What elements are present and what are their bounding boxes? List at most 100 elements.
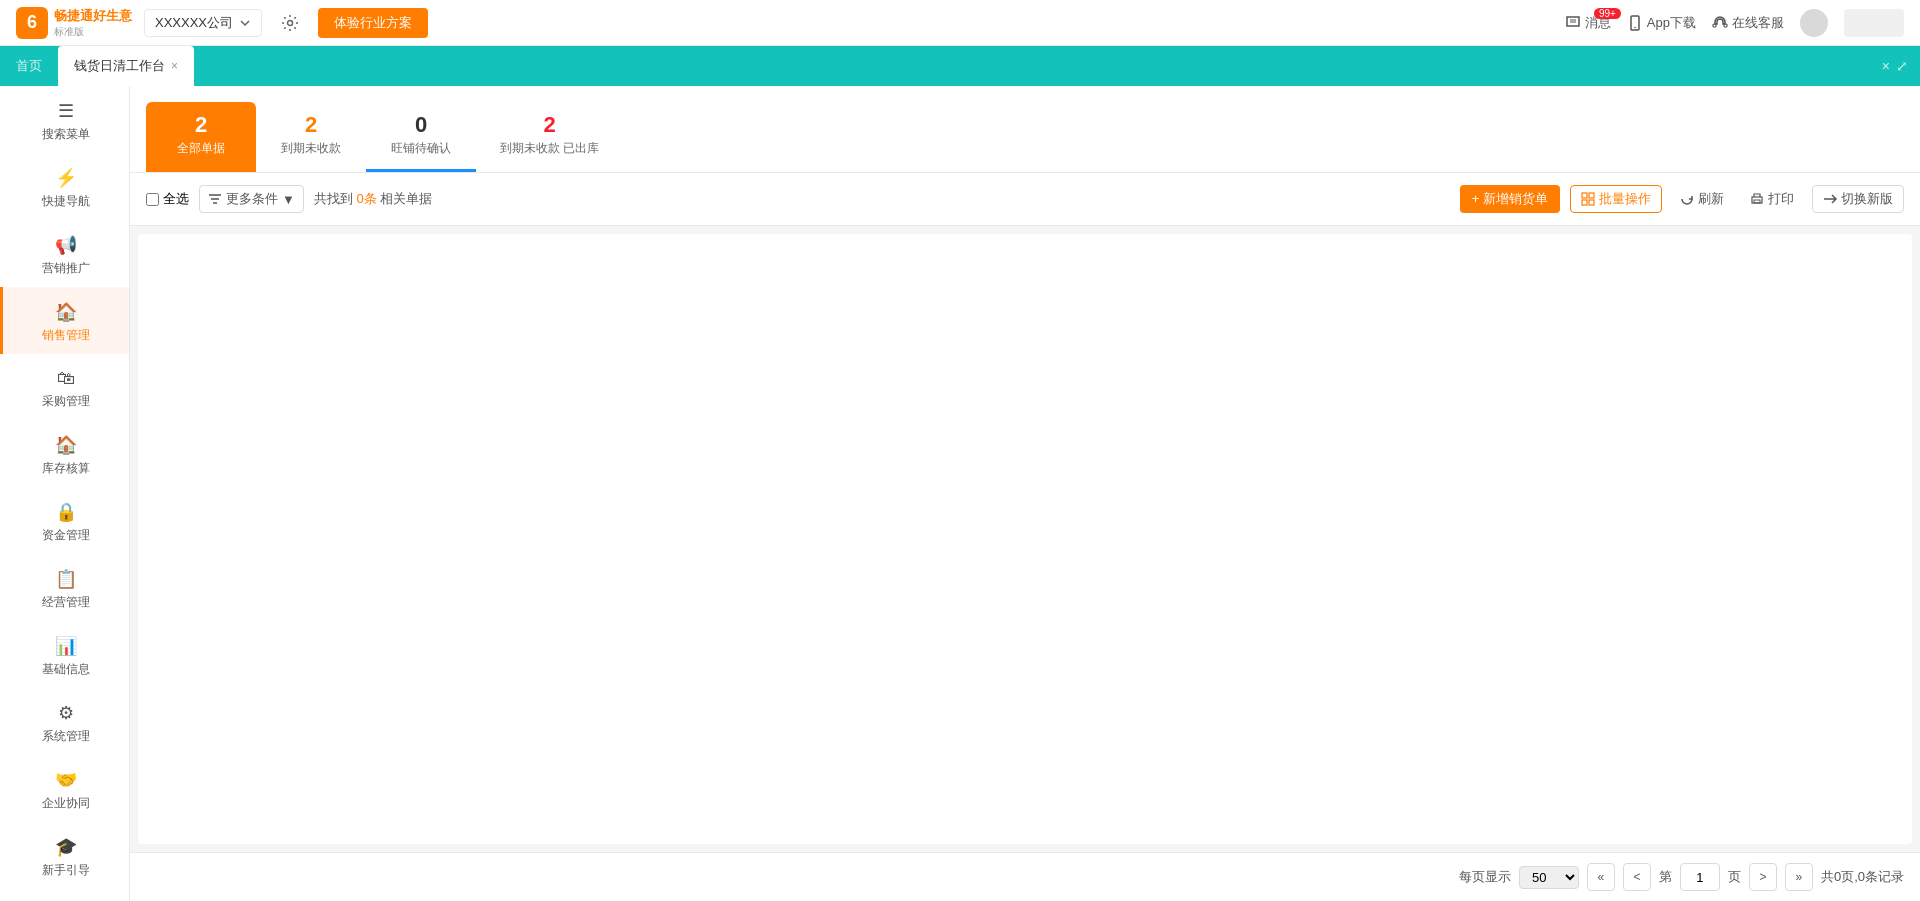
window-controls[interactable]: × ⤢	[1870, 58, 1920, 74]
add-sale-button[interactable]: + 新增销货单	[1460, 185, 1560, 213]
svg-rect-7	[1582, 200, 1587, 205]
tab-shipped[interactable]: 2 到期未收款 已出库	[476, 102, 623, 172]
sidebar-item-label: 营销推广	[42, 260, 90, 277]
main-layout: ☰ 搜索菜单 ⚡ 快捷导航 📢 营销推广 🏠 销售管理 🛍 采购管理 🏠 库存核…	[0, 86, 1920, 901]
company-name: XXXXXX公司	[155, 14, 233, 32]
per-page-select[interactable]: 50 10 20 100	[1519, 866, 1579, 889]
last-page-icon: »	[1796, 870, 1803, 884]
summary-tabs: 2 全部单据 2 到期未收款 0 旺铺待确认 2 到期未收款 已出库	[130, 86, 1920, 173]
result-suffix: 相关单据	[380, 191, 432, 206]
svg-rect-6	[1589, 193, 1594, 198]
batch-label: 批量操作	[1599, 190, 1651, 208]
tab-overdue[interactable]: 2 到期未收款	[256, 102, 366, 172]
toolbar: 全选 更多条件 ▼ 共找到 0条 相关单据 + 新增销货单	[130, 173, 1920, 226]
page-suffix: 页	[1728, 868, 1741, 886]
tab-close-icon[interactable]: ×	[171, 59, 178, 73]
sidebar-item-guide[interactable]: 🎓 新手引导	[0, 822, 129, 889]
tab-pending[interactable]: 0 旺铺待确认	[366, 102, 476, 172]
avatar[interactable]	[1800, 9, 1828, 37]
top-bar-left: 6 畅捷通好生意 标准版 XXXXXX公司 体验行业方案	[16, 7, 428, 39]
filter-icon	[208, 192, 222, 206]
svg-rect-5	[1582, 193, 1587, 198]
logo-area: 6 畅捷通好生意 标准版	[16, 7, 132, 39]
tab-shipped-count: 2	[544, 112, 556, 138]
logo-name: 畅捷通好生意	[54, 7, 132, 25]
gear-icon	[281, 14, 299, 32]
switch-version-button[interactable]: 切换新版	[1812, 185, 1904, 213]
tab-overdue-label: 到期未收款	[281, 140, 341, 157]
quick-nav-icon: ⚡	[55, 167, 77, 189]
nav-tabs: 首页 钱货日清工作台 × × ⤢	[0, 46, 1920, 86]
sidebar-item-purchase[interactable]: 🛍 采购管理	[0, 354, 129, 420]
select-all-input[interactable]	[146, 193, 159, 206]
sidebar-item-quick-nav[interactable]: ⚡ 快捷导航	[0, 153, 129, 220]
sidebar-item-label: 系统管理	[42, 728, 90, 745]
user-name[interactable]	[1844, 9, 1904, 37]
sidebar-item-search-menu[interactable]: ☰ 搜索菜单	[0, 86, 129, 153]
next-page-button[interactable]: >	[1749, 863, 1777, 891]
finance-icon: 🔒	[55, 501, 77, 523]
svg-point-2	[1634, 26, 1636, 28]
sidebar-item-basic-info[interactable]: 📊 基础信息	[0, 621, 129, 688]
logo-tag: 标准版	[54, 25, 132, 39]
sidebar-item-sales[interactable]: 🏠 销售管理	[0, 287, 129, 354]
service-item[interactable]: 在线客服	[1712, 14, 1784, 32]
sidebar-item-finance[interactable]: 🔒 资金管理	[0, 487, 129, 554]
top-bar: 6 畅捷通好生意 标准版 XXXXXX公司 体验行业方案 消息 99+	[0, 0, 1920, 46]
tab-workbench-label: 钱货日清工作台	[74, 57, 165, 75]
tab-pending-label: 旺铺待确认	[391, 140, 451, 157]
total-info: 共0页,0条记录	[1821, 868, 1904, 886]
headset-icon	[1712, 15, 1728, 31]
sidebar-item-label: 搜索菜单	[42, 126, 90, 143]
sidebar-item-label: 库存核算	[42, 460, 90, 477]
print-button[interactable]: 打印	[1742, 186, 1802, 212]
sidebar-item-label: 企业协同	[42, 795, 90, 812]
sidebar-item-marketing[interactable]: 📢 营销推广	[0, 220, 129, 287]
close-window-icon[interactable]: ×	[1882, 58, 1890, 74]
sidebar-item-operation[interactable]: 📋 经营管理	[0, 554, 129, 621]
tab-workbench[interactable]: 钱货日清工作台 ×	[58, 46, 194, 86]
tab-home[interactable]: 首页	[0, 46, 58, 86]
message-item[interactable]: 消息 99+	[1565, 14, 1611, 32]
svg-point-0	[288, 20, 293, 25]
page-label: 第	[1659, 868, 1672, 886]
sidebar-item-label: 资金管理	[42, 527, 90, 544]
cooperation-icon: 🤝	[55, 769, 77, 791]
tab-all[interactable]: 2 全部单据	[146, 102, 256, 172]
refresh-label: 刷新	[1698, 190, 1724, 208]
sidebar-item-app-center[interactable]: 📦 应用中心	[0, 889, 129, 901]
sidebar-item-label: 基础信息	[42, 661, 90, 678]
toolbar-left: 全选 更多条件 ▼ 共找到 0条 相关单据	[146, 185, 1448, 213]
tab-home-label: 首页	[16, 57, 42, 75]
sidebar-item-label: 快捷导航	[42, 193, 90, 210]
print-icon	[1750, 192, 1764, 206]
tab-shipped-label: 到期未收款 已出库	[500, 140, 599, 157]
refresh-button[interactable]: 刷新	[1672, 186, 1732, 212]
prev-page-button[interactable]: <	[1623, 863, 1651, 891]
app-download-item[interactable]: App下载	[1627, 14, 1696, 32]
result-text: 共找到 0条 相关单据	[314, 190, 432, 208]
result-count: 0条	[357, 191, 377, 206]
next-page-icon: >	[1759, 870, 1766, 884]
select-all-checkbox[interactable]: 全选	[146, 190, 189, 208]
sidebar: ☰ 搜索菜单 ⚡ 快捷导航 📢 营销推广 🏠 销售管理 🛍 采购管理 🏠 库存核…	[0, 86, 130, 901]
guide-icon: 🎓	[55, 836, 77, 858]
settings-button[interactable]	[274, 7, 306, 39]
message-icon	[1565, 15, 1581, 31]
sidebar-item-cooperation[interactable]: 🤝 企业协同	[0, 755, 129, 822]
filter-label: 更多条件	[226, 190, 278, 208]
chevron-down-icon	[239, 17, 251, 29]
last-page-button[interactable]: »	[1785, 863, 1813, 891]
svg-rect-10	[1754, 200, 1760, 203]
sidebar-item-inventory[interactable]: 🏠 库存核算	[0, 420, 129, 487]
expand-window-icon[interactable]: ⤢	[1896, 58, 1908, 74]
sidebar-item-system[interactable]: ⚙ 系统管理	[0, 688, 129, 755]
tab-all-label: 全部单据	[177, 140, 225, 157]
filter-button[interactable]: 更多条件 ▼	[199, 185, 304, 213]
batch-operation-button[interactable]: 批量操作	[1570, 185, 1662, 213]
first-page-button[interactable]: «	[1587, 863, 1615, 891]
mobile-icon	[1627, 15, 1643, 31]
company-selector[interactable]: XXXXXX公司	[144, 9, 262, 37]
page-input[interactable]	[1680, 863, 1720, 891]
try-industry-button[interactable]: 体验行业方案	[318, 8, 428, 38]
